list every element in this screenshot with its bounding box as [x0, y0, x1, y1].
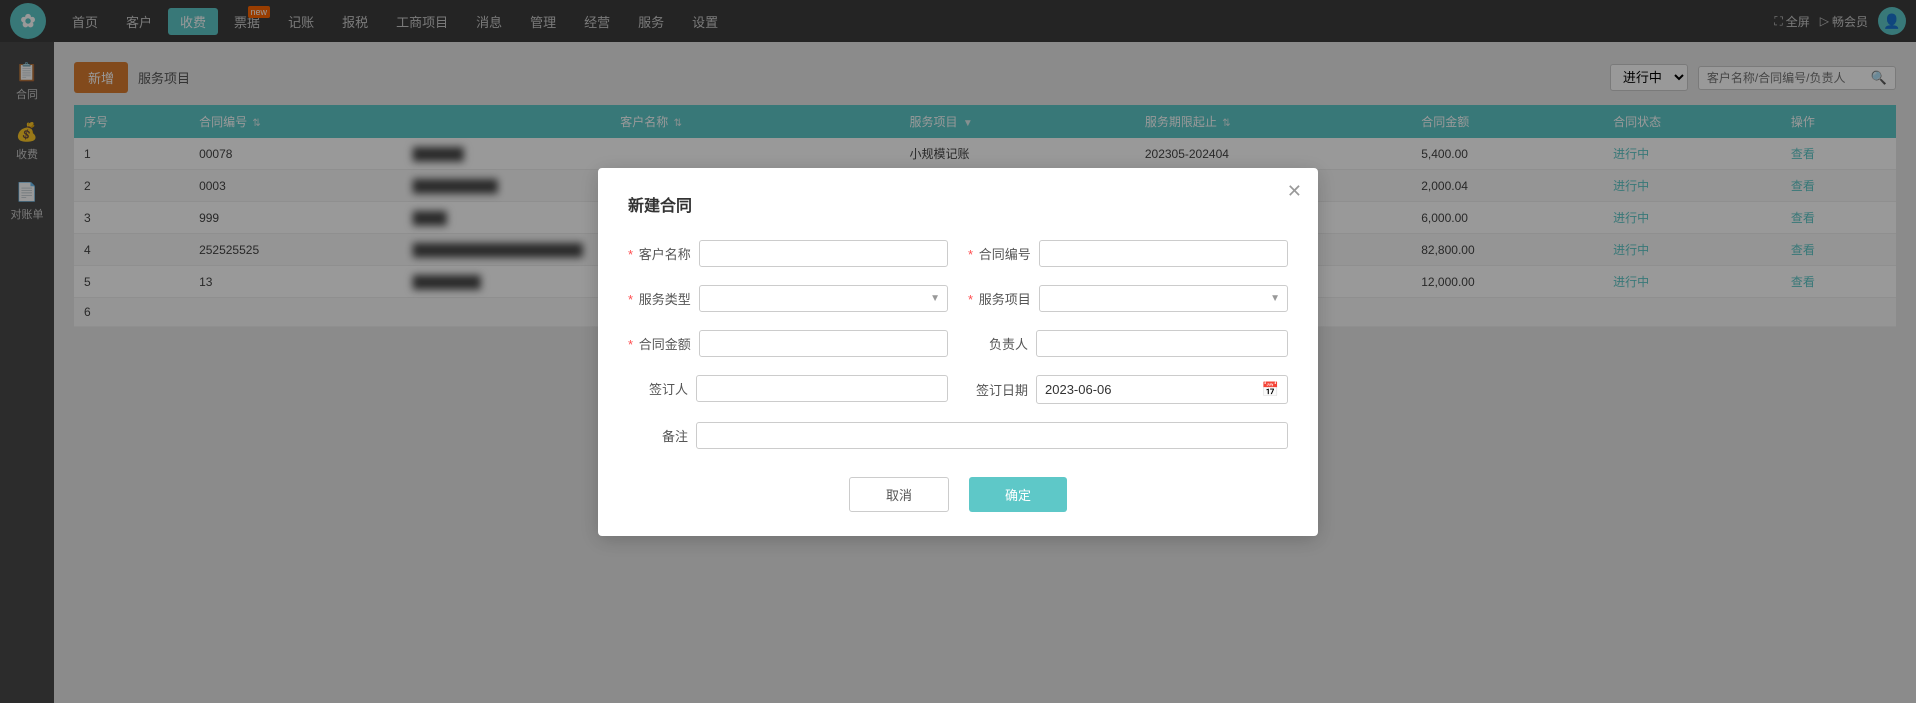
form-row-3: * 合同金额 0.00 负责人: [628, 330, 1288, 357]
confirm-button[interactable]: 确定: [969, 477, 1067, 512]
remark-field: 备注: [628, 422, 1288, 449]
modal-footer: 取消 确定: [628, 477, 1288, 512]
new-contract-modal: 新建合同 ✕ * 客户名称 * 合同编号: [598, 168, 1318, 536]
modal-overlay[interactable]: 新建合同 ✕ * 客户名称 * 合同编号: [0, 0, 1916, 703]
amount-field: * 合同金额 0.00: [628, 330, 948, 357]
form-row-1: * 客户名称 * 合同编号: [628, 240, 1288, 267]
responsible-input[interactable]: [1036, 330, 1288, 357]
sign-date-input[interactable]: 2023-06-06 📅: [1036, 375, 1288, 404]
service-item-label: * 服务项目: [968, 289, 1031, 308]
service-type-select-wrap: ▼: [699, 285, 948, 312]
calendar-icon[interactable]: 📅: [1262, 381, 1279, 398]
signer-input[interactable]: [696, 375, 948, 402]
service-type-label: * 服务类型: [628, 289, 691, 308]
amount-label: * 合同金额: [628, 334, 691, 353]
remark-input[interactable]: [696, 422, 1288, 449]
customer-name-input[interactable]: [699, 240, 948, 267]
remark-label: 备注: [628, 426, 688, 445]
modal-close-button[interactable]: ✕: [1287, 182, 1302, 200]
responsible-field: 负责人: [968, 330, 1288, 357]
contract-no-input[interactable]: [1039, 240, 1288, 267]
customer-name-field: * 客户名称: [628, 240, 948, 267]
customer-name-label: * 客户名称: [628, 244, 691, 263]
service-type-select[interactable]: [699, 285, 948, 312]
service-item-field: * 服务项目 ▼: [968, 285, 1288, 312]
responsible-label: 负责人: [968, 334, 1028, 353]
contract-no-label: * 合同编号: [968, 244, 1031, 263]
cancel-button[interactable]: 取消: [849, 477, 949, 512]
amount-input[interactable]: 0.00: [699, 330, 948, 357]
contract-no-field: * 合同编号: [968, 240, 1288, 267]
modal-title: 新建合同: [628, 192, 1288, 216]
form-row-5: 备注: [628, 422, 1288, 449]
form-row-4: 签订人 签订日期 2023-06-06 📅: [628, 375, 1288, 404]
form-row-2: * 服务类型 ▼ * 服务项目: [628, 285, 1288, 312]
service-type-field: * 服务类型 ▼: [628, 285, 948, 312]
signer-label: 签订人: [628, 379, 688, 398]
sign-date-label: 签订日期: [968, 380, 1028, 399]
service-item-select[interactable]: [1039, 285, 1288, 312]
signer-field: 签订人: [628, 375, 948, 402]
sign-date-value: 2023-06-06: [1045, 382, 1112, 397]
sign-date-field: 签订日期 2023-06-06 📅: [968, 375, 1288, 404]
service-item-select-wrap: ▼: [1039, 285, 1288, 312]
